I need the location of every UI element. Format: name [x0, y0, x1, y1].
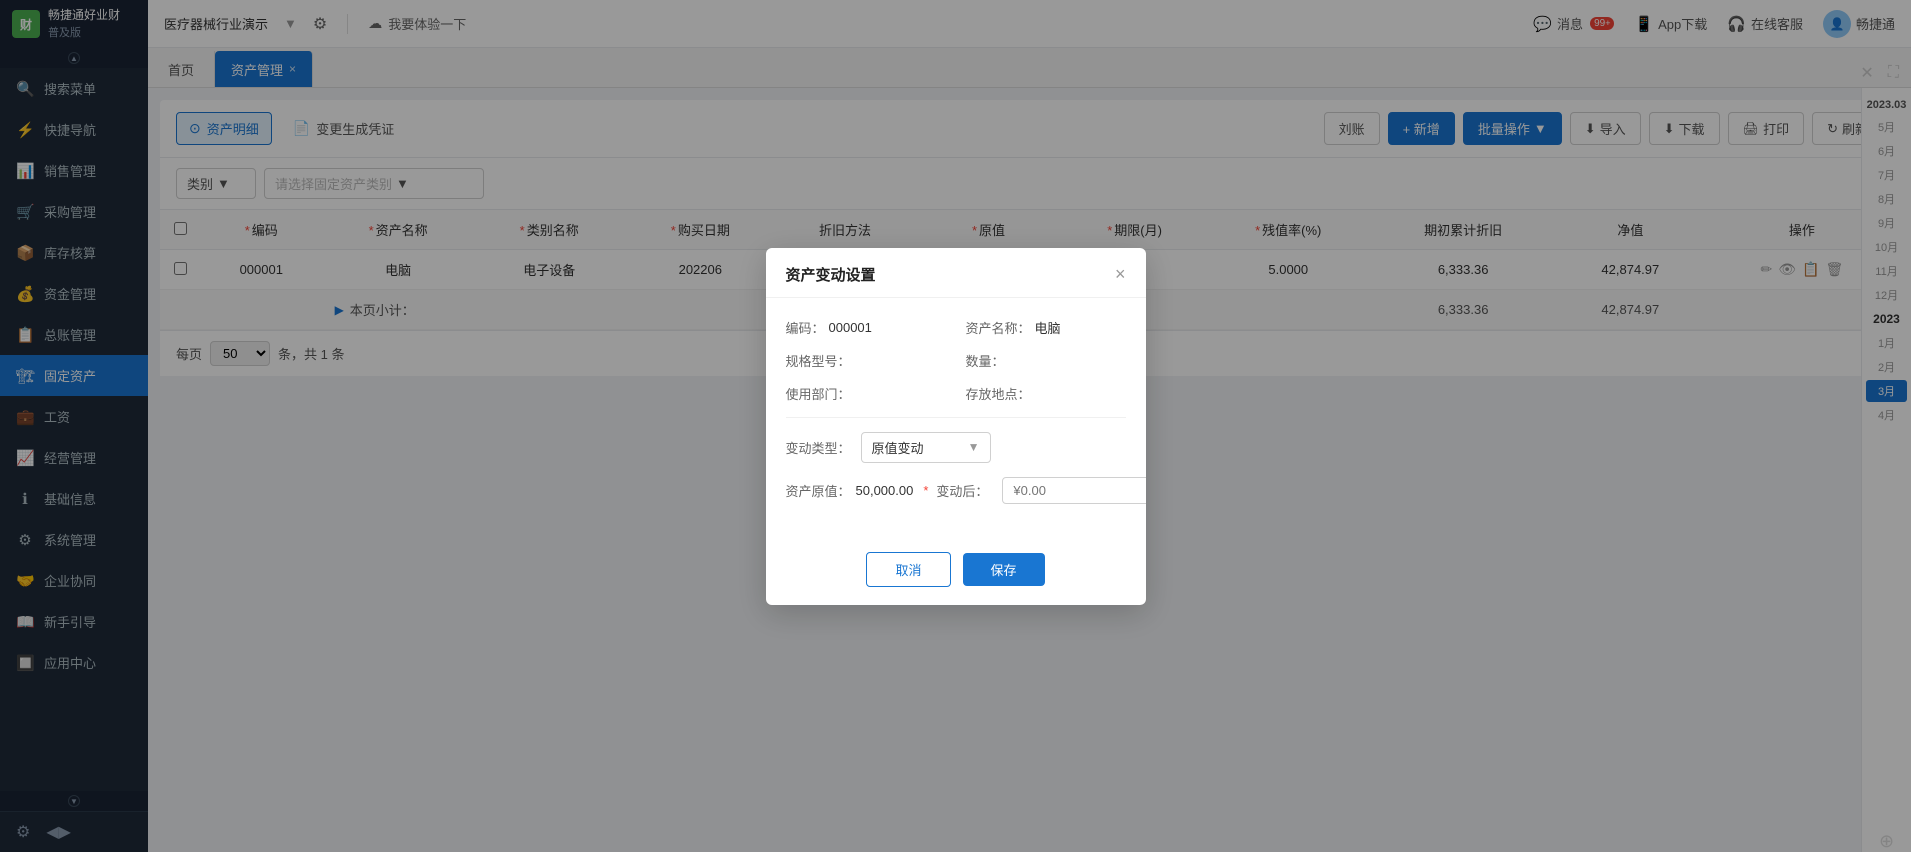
- location-label: 存放地点：: [966, 384, 1031, 403]
- department-label: 使用部门：: [786, 384, 851, 403]
- required-mark: *: [923, 483, 928, 498]
- quantity-label: 数量：: [966, 351, 1005, 370]
- dialog-row-2: 规格型号： 数量：: [786, 351, 1126, 370]
- dialog-field-department: 使用部门：: [786, 384, 946, 403]
- save-button[interactable]: 保存: [963, 553, 1045, 586]
- dialog-field-location: 存放地点：: [966, 384, 1126, 403]
- original-value-label: 资产原值：: [786, 481, 846, 500]
- dialog-value-row: 资产原值： 50,000.00 * 变动后：: [786, 477, 1126, 504]
- change-type-arrow-icon: ▼: [968, 440, 980, 454]
- dialog-body: 编码： 000001 资产名称： 电脑 规格型号： 数量：: [766, 298, 1146, 538]
- after-change-input[interactable]: [1002, 477, 1145, 504]
- dialog-close-btn[interactable]: ×: [1115, 264, 1126, 285]
- after-change-group: * 变动后：: [923, 477, 1145, 504]
- change-type-value: 原值变动: [872, 438, 962, 457]
- dialog-row-3: 使用部门： 存放地点：: [786, 384, 1126, 403]
- change-type-select[interactable]: 原值变动 ▼: [861, 432, 991, 463]
- asset-name-value: 电脑: [1035, 318, 1061, 337]
- code-value: 000001: [829, 320, 872, 335]
- dialog-field-quantity: 数量：: [966, 351, 1126, 370]
- dialog-row-1: 编码： 000001 资产名称： 电脑: [786, 318, 1126, 337]
- dialog-field-model: 规格型号：: [786, 351, 946, 370]
- dialog-header: 资产变动设置 ×: [766, 248, 1146, 298]
- dialog-footer: 取消 保存: [766, 538, 1146, 605]
- dialog-title: 资产变动设置: [786, 264, 876, 285]
- after-change-label: 变动后：: [936, 481, 996, 500]
- dialog-overlay: 资产变动设置 × 编码： 000001 资产名称： 电脑 规格型号：: [0, 0, 1911, 852]
- asset-name-label: 资产名称：: [966, 318, 1031, 337]
- original-value-display: 50,000.00: [856, 483, 914, 498]
- change-type-label: 变动类型：: [786, 438, 851, 457]
- model-label: 规格型号：: [786, 351, 851, 370]
- dialog-change-type-row: 变动类型： 原值变动 ▼: [786, 432, 1126, 463]
- asset-change-dialog: 资产变动设置 × 编码： 000001 资产名称： 电脑 规格型号：: [766, 248, 1146, 605]
- dialog-field-name: 资产名称： 电脑: [966, 318, 1126, 337]
- dialog-field-code: 编码： 000001: [786, 318, 946, 337]
- cancel-button[interactable]: 取消: [866, 552, 950, 587]
- dialog-divider: [786, 417, 1126, 418]
- code-label: 编码：: [786, 318, 825, 337]
